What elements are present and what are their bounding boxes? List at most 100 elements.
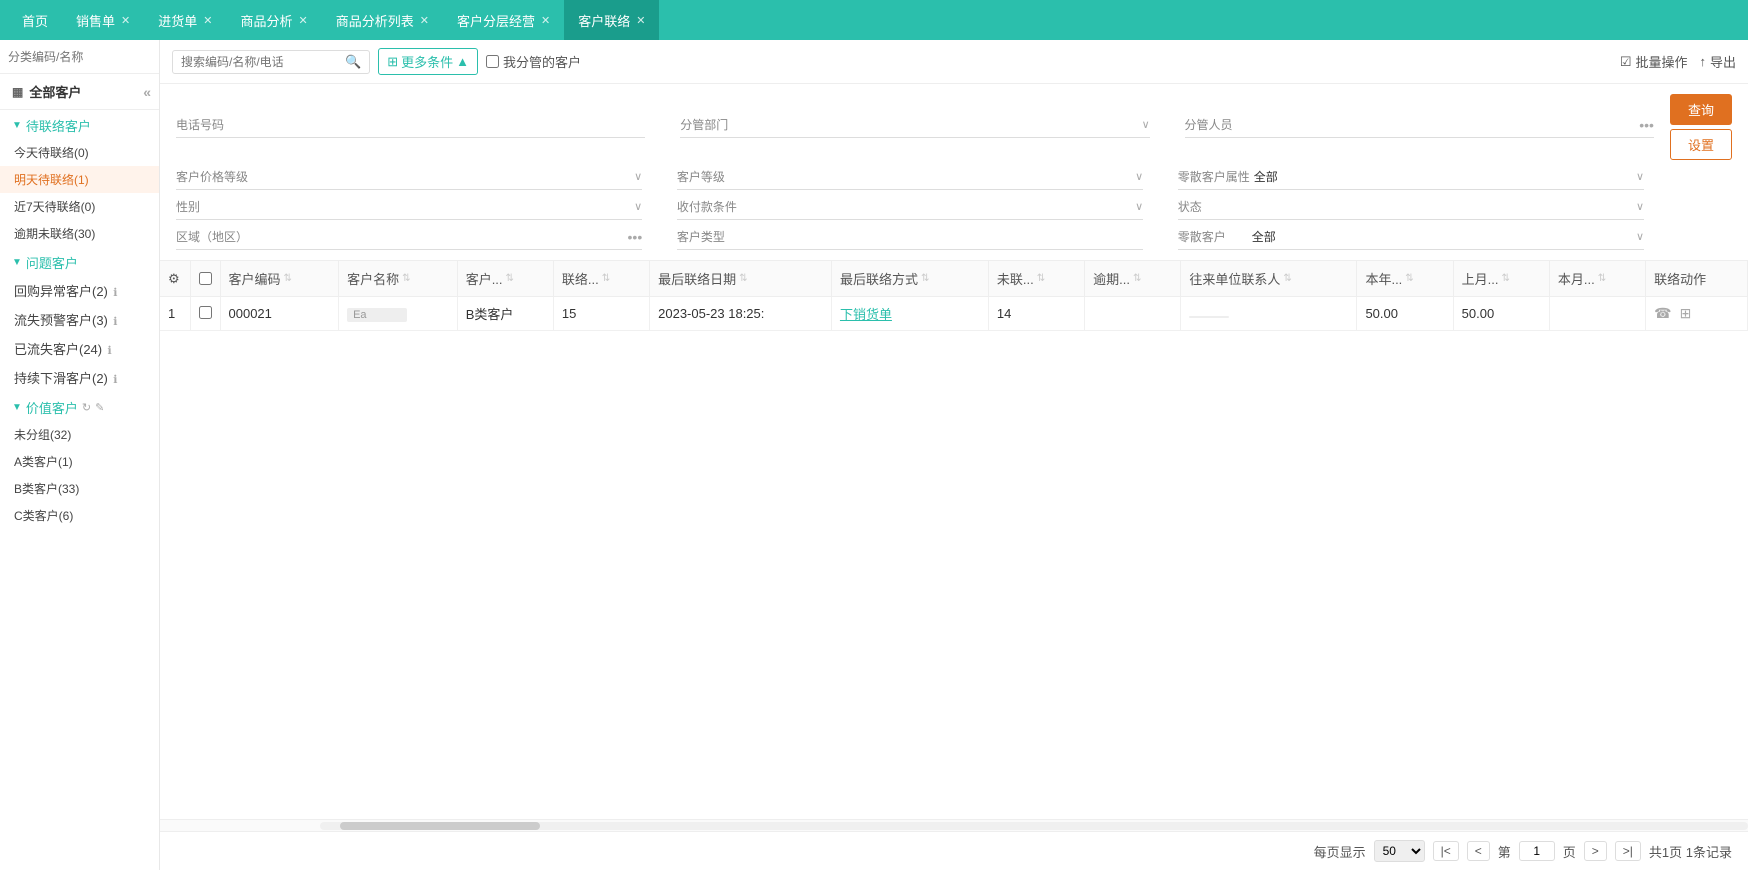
search-input[interactable] [181, 55, 341, 69]
manager-dots[interactable]: ••• [1639, 117, 1654, 133]
payment-chevron[interactable]: ∨ [1135, 200, 1143, 213]
nav-analysis-list[interactable]: 商品分析列表 ✕ [322, 0, 443, 40]
page-number-input[interactable] [1519, 841, 1555, 861]
nav-analysis-list-close[interactable]: ✕ [420, 14, 429, 27]
sort-contact[interactable]: ⇅ [602, 273, 610, 284]
sort-this-month[interactable]: ⇅ [1598, 273, 1606, 284]
dept-input[interactable] [750, 118, 1141, 132]
th-checkbox[interactable] [190, 261, 220, 297]
sidebar-item-abnormal[interactable]: 回购异常客户(2) ℹ [0, 276, 159, 305]
sort-no-contact[interactable]: ⇅ [1037, 273, 1045, 284]
nav-home[interactable]: 首页 [8, 0, 62, 40]
sort-code[interactable]: ⇅ [284, 273, 292, 284]
price-level-chevron[interactable]: ∨ [634, 170, 642, 183]
hscroll-area [160, 819, 1748, 831]
status-chevron[interactable]: ∨ [1636, 200, 1644, 213]
sort-date[interactable]: ⇅ [739, 273, 747, 284]
nav-analysis-close[interactable]: ✕ [299, 14, 308, 27]
sort-overdue[interactable]: ⇅ [1133, 273, 1141, 284]
nav-analysis[interactable]: 商品分析 ✕ [226, 0, 321, 40]
nav-customer-tier[interactable]: 客户分层经营 ✕ [443, 0, 564, 40]
sidebar: 🔍 ▦ 全部客户 « ▼ 待联络客户 今天待联络(0) 明天待联络(1) 近7天… [0, 40, 160, 870]
set-button[interactable]: 设置 [1670, 129, 1732, 160]
sort-contacts[interactable]: ⇅ [1283, 273, 1291, 284]
row-checkbox[interactable] [199, 306, 212, 319]
sidebar-item-ungrouped[interactable]: 未分组(32) [0, 421, 159, 448]
hscroll-thumb[interactable] [340, 822, 540, 830]
sort-method[interactable]: ⇅ [921, 273, 929, 284]
filter-manager: 分管人员 ••• [1185, 116, 1654, 138]
th-settings[interactable]: ⚙ [160, 261, 190, 297]
sidebar-item-class-a[interactable]: A类客户(1) [0, 448, 159, 475]
collapse-icon[interactable]: « [143, 84, 151, 100]
status-input[interactable] [1248, 200, 1636, 214]
first-page-btn[interactable]: |< [1433, 841, 1459, 861]
region-input[interactable] [248, 230, 628, 244]
nav-purchase-close[interactable]: ✕ [203, 14, 212, 27]
export-btn[interactable]: ↑ 导出 [1699, 52, 1736, 71]
my-customers-check[interactable] [486, 55, 499, 68]
sidebar-search-input[interactable] [8, 50, 160, 64]
edit-icon[interactable]: ✎ [95, 401, 104, 414]
td-checkbox[interactable] [190, 297, 220, 331]
batch-btn[interactable]: ☑ 批量操作 [1620, 52, 1688, 71]
retail-customer-chevron[interactable]: ∨ [1636, 230, 1644, 243]
gender-chevron[interactable]: ∨ [634, 200, 642, 213]
manager-input[interactable] [1255, 118, 1640, 132]
filter-gender: 性别 ∨ [176, 198, 642, 220]
sidebar-all-customers[interactable]: ▦ 全部客户 « [0, 74, 159, 110]
nav-customer-contact-close[interactable]: ✕ [636, 14, 645, 27]
sidebar-item-churned[interactable]: 已流失客户(24) ℹ [0, 334, 159, 363]
last-page-btn[interactable]: >| [1615, 841, 1641, 861]
sidebar-item-overdue[interactable]: 逾期未联络(30) [0, 220, 159, 247]
sort-type[interactable]: ⇅ [506, 273, 514, 284]
retail-attr-chevron[interactable]: ∨ [1636, 170, 1644, 183]
phone-action-icon[interactable]: ☎ [1654, 305, 1671, 322]
contacts-masked [1189, 316, 1229, 318]
customer-level-chevron[interactable]: ∨ [1135, 170, 1143, 183]
nav-customer-contact[interactable]: 客户联络 ✕ [564, 0, 659, 40]
sidebar-item-7days[interactable]: 近7天待联络(0) [0, 193, 159, 220]
refresh-icon[interactable]: ↻ [82, 401, 91, 414]
customer-level-input[interactable] [747, 170, 1135, 184]
sort-name[interactable]: ⇅ [402, 273, 410, 284]
per-page-select[interactable]: 50 100 200 [1374, 840, 1425, 862]
nav-purchase[interactable]: 进货单 ✕ [144, 0, 226, 40]
sidebar-item-class-b[interactable]: B类客户(33) [0, 475, 159, 502]
triangle-icon2: ▼ [12, 257, 22, 268]
price-level-input[interactable] [248, 170, 634, 184]
gender-input[interactable] [246, 200, 634, 214]
payment-input[interactable] [747, 200, 1135, 214]
prev-page-btn[interactable]: < [1467, 841, 1490, 861]
sort-this-year[interactable]: ⇅ [1405, 273, 1413, 284]
sidebar-search-area: 🔍 [0, 40, 159, 74]
td-last-method[interactable]: 下销货单 [831, 297, 988, 331]
th-last-month: 上月...⇅ [1453, 261, 1549, 297]
sidebar-group-pending[interactable]: ▼ 待联络客户 [0, 110, 159, 139]
nav-sales-close[interactable]: ✕ [121, 14, 130, 27]
customer-type-input[interactable] [747, 230, 1143, 244]
my-customers-checkbox[interactable]: 我分管的客户 [486, 52, 581, 71]
query-button[interactable]: 查询 [1670, 94, 1732, 125]
filter-retail-attr: 零散客户属性 全部 ∨ [1178, 168, 1644, 190]
sidebar-group-value[interactable]: ▼ 价值客户 ↻ ✎ [0, 392, 159, 421]
phone-input[interactable] [246, 118, 645, 132]
sidebar-item-class-c[interactable]: C类客户(6) [0, 502, 159, 529]
grid-action-icon[interactable]: ⊞ [1680, 305, 1692, 322]
dept-chevron[interactable]: ∨ [1142, 118, 1150, 131]
sidebar-item-tomorrow[interactable]: 明天待联络(1) [0, 166, 159, 193]
region-dots[interactable]: ••• [628, 229, 643, 245]
th-last-date: 最后联络日期⇅ [650, 261, 832, 297]
sidebar-item-declining[interactable]: 持续下滑客户(2) ℹ [0, 363, 159, 392]
more-filter-btn[interactable]: ⊞ 更多条件 ▲ [378, 48, 478, 75]
last-method-link[interactable]: 下销货单 [840, 307, 892, 322]
nav-sales[interactable]: 销售单 ✕ [62, 0, 144, 40]
sidebar-item-today[interactable]: 今天待联络(0) [0, 139, 159, 166]
sort-last-month[interactable]: ⇅ [1502, 273, 1510, 284]
select-all-checkbox[interactable] [199, 272, 212, 285]
search-icon[interactable]: 🔍 [345, 54, 361, 70]
nav-customer-tier-close[interactable]: ✕ [541, 14, 550, 27]
sidebar-item-churn-warn[interactable]: 流失预警客户(3) ℹ [0, 305, 159, 334]
sidebar-group-problem[interactable]: ▼ 问题客户 [0, 247, 159, 276]
next-page-btn[interactable]: > [1584, 841, 1607, 861]
